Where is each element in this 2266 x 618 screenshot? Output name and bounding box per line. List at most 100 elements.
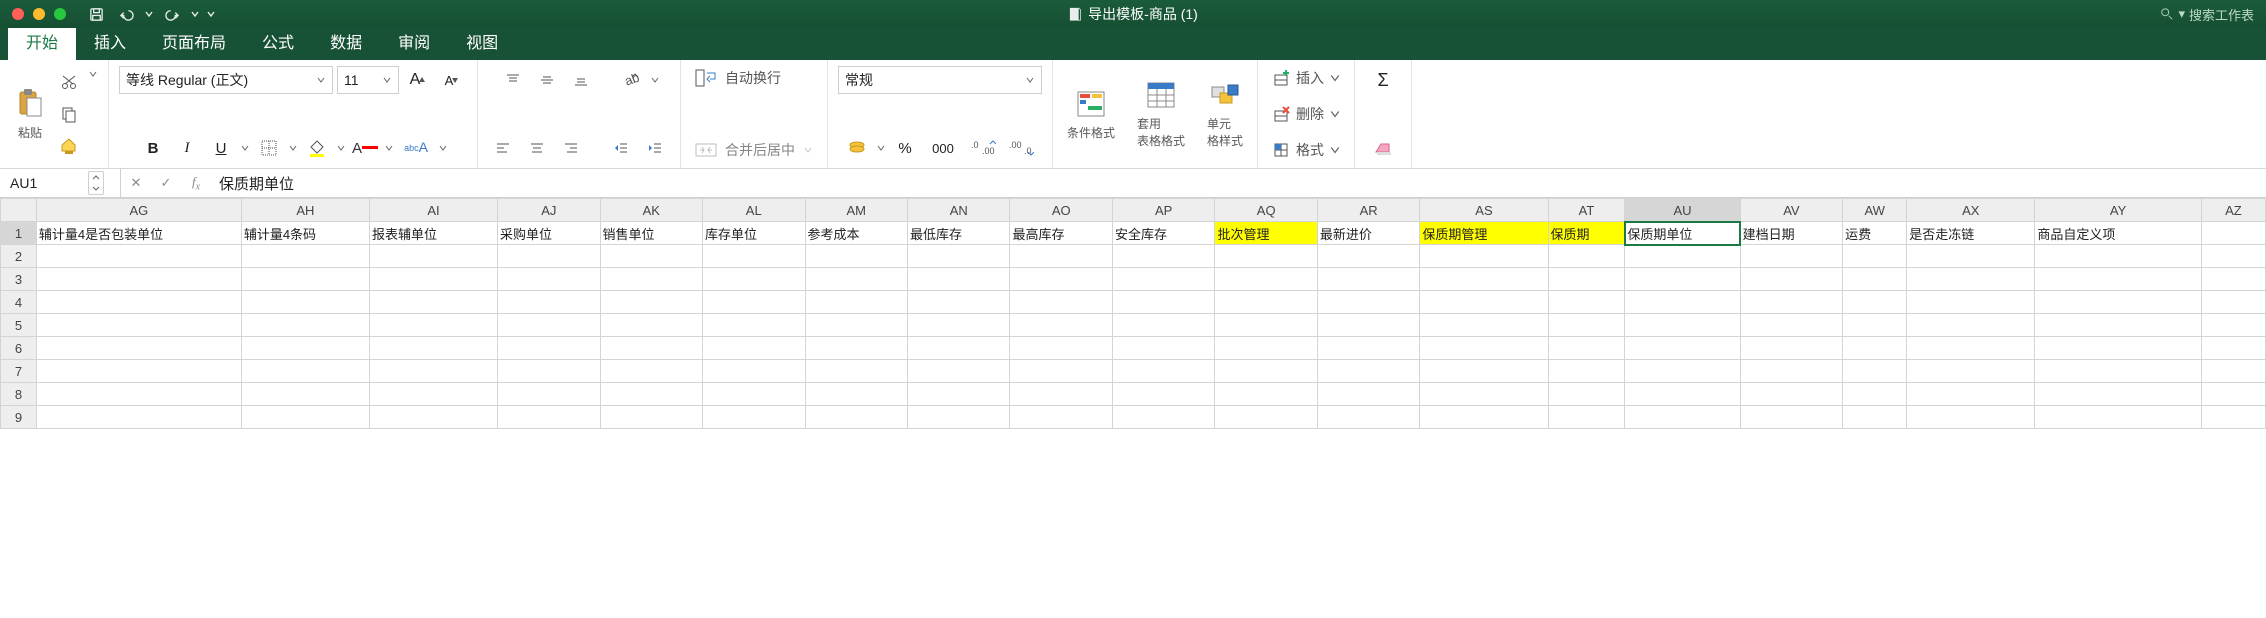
- cell[interactable]: [498, 268, 600, 291]
- fx-button[interactable]: fx: [181, 169, 211, 197]
- cell[interactable]: [1907, 314, 2035, 337]
- cell[interactable]: [2035, 291, 2202, 314]
- column-header[interactable]: AJ: [498, 199, 600, 222]
- cell[interactable]: [600, 383, 702, 406]
- align-left-button[interactable]: [488, 134, 518, 162]
- cell[interactable]: [1317, 291, 1419, 314]
- cell[interactable]: [369, 245, 497, 268]
- cell[interactable]: [1843, 291, 1907, 314]
- column-header[interactable]: AP: [1112, 199, 1214, 222]
- decrease-decimal-button[interactable]: .00.0: [1004, 134, 1038, 162]
- redo-button[interactable]: [160, 2, 184, 26]
- cell[interactable]: [703, 360, 805, 383]
- column-header[interactable]: AR: [1317, 199, 1419, 222]
- orientation-dropdown[interactable]: [650, 76, 660, 84]
- cell[interactable]: [2035, 406, 2202, 429]
- cell[interactable]: [1010, 383, 1112, 406]
- cell[interactable]: [1010, 314, 1112, 337]
- cell[interactable]: [498, 291, 600, 314]
- cell[interactable]: [703, 268, 805, 291]
- cell[interactable]: [1548, 406, 1625, 429]
- cell[interactable]: [907, 245, 1009, 268]
- cell[interactable]: [36, 360, 241, 383]
- cell[interactable]: [1843, 268, 1907, 291]
- cell[interactable]: 销售单位: [600, 222, 702, 245]
- cell[interactable]: [498, 383, 600, 406]
- column-header[interactable]: AS: [1420, 199, 1548, 222]
- insert-cells-button[interactable]: 插入: [1268, 66, 1344, 90]
- cell[interactable]: 最新进价: [1317, 222, 1419, 245]
- align-right-button[interactable]: [556, 134, 586, 162]
- save-button[interactable]: [84, 2, 108, 26]
- column-header[interactable]: AM: [805, 199, 907, 222]
- cell[interactable]: 保质期单位: [1625, 222, 1740, 245]
- copy-button[interactable]: [54, 100, 84, 128]
- column-header[interactable]: AI: [369, 199, 497, 222]
- cell[interactable]: [1907, 383, 2035, 406]
- cell[interactable]: [2035, 360, 2202, 383]
- phonetic-dropdown[interactable]: [438, 144, 448, 152]
- cell[interactable]: [1907, 245, 2035, 268]
- spreadsheet-grid[interactable]: AGAHAIAJAKALAMANAOAPAQARASATAUAVAWAXAYAZ…: [0, 198, 2266, 429]
- cell[interactable]: [1420, 268, 1548, 291]
- cell[interactable]: 批次管理: [1215, 222, 1317, 245]
- cell[interactable]: [1420, 291, 1548, 314]
- cell[interactable]: [1420, 337, 1548, 360]
- column-header[interactable]: AK: [600, 199, 702, 222]
- shrink-font-button[interactable]: A: [437, 66, 467, 94]
- cell[interactable]: [1420, 360, 1548, 383]
- cell[interactable]: [600, 314, 702, 337]
- cell[interactable]: [1740, 383, 1842, 406]
- cell[interactable]: 最低库存: [907, 222, 1009, 245]
- cell[interactable]: 采购单位: [498, 222, 600, 245]
- clear-button[interactable]: [1365, 134, 1401, 162]
- cell[interactable]: [2201, 314, 2265, 337]
- zoom-window-button[interactable]: [54, 8, 66, 20]
- cell[interactable]: [805, 360, 907, 383]
- formula-input[interactable]: 保质期单位: [211, 173, 294, 194]
- cell[interactable]: 商品自定义项: [2035, 222, 2202, 245]
- cell[interactable]: [1215, 337, 1317, 360]
- row-header[interactable]: 8: [1, 383, 37, 406]
- cell[interactable]: [36, 383, 241, 406]
- cell[interactable]: [36, 406, 241, 429]
- cell[interactable]: 辅计量4是否包装单位: [36, 222, 241, 245]
- cell[interactable]: [907, 314, 1009, 337]
- cell[interactable]: [369, 406, 497, 429]
- cell[interactable]: [369, 360, 497, 383]
- cell[interactable]: [703, 314, 805, 337]
- cell[interactable]: [703, 383, 805, 406]
- column-header[interactable]: AZ: [2201, 199, 2265, 222]
- cell[interactable]: [1625, 406, 1740, 429]
- cell[interactable]: [1625, 314, 1740, 337]
- cell[interactable]: [1010, 245, 1112, 268]
- cell[interactable]: [1112, 268, 1214, 291]
- increase-indent-button[interactable]: [640, 134, 670, 162]
- row-header[interactable]: 3: [1, 268, 37, 291]
- cell[interactable]: 库存单位: [703, 222, 805, 245]
- align-middle-button[interactable]: [532, 66, 562, 94]
- cell[interactable]: [1317, 245, 1419, 268]
- cell[interactable]: 参考成本: [805, 222, 907, 245]
- cell[interactable]: [1215, 383, 1317, 406]
- font-color-dropdown[interactable]: [384, 144, 394, 152]
- cell[interactable]: [1010, 337, 1112, 360]
- cell[interactable]: [369, 383, 497, 406]
- cell[interactable]: [241, 383, 369, 406]
- conditional-formatting-button[interactable]: 条件格式: [1063, 86, 1119, 143]
- cell[interactable]: [1215, 360, 1317, 383]
- format-cells-button[interactable]: 格式: [1268, 138, 1344, 162]
- qat-customize[interactable]: [206, 2, 216, 26]
- currency-dropdown[interactable]: [876, 144, 886, 152]
- cell[interactable]: [600, 268, 702, 291]
- cell[interactable]: [241, 360, 369, 383]
- undo-button[interactable]: [114, 2, 138, 26]
- cell[interactable]: [1112, 383, 1214, 406]
- cell[interactable]: [1740, 337, 1842, 360]
- column-header[interactable]: AT: [1548, 199, 1625, 222]
- cell[interactable]: 最高库存: [1010, 222, 1112, 245]
- cell[interactable]: [1740, 406, 1842, 429]
- cell[interactable]: [805, 268, 907, 291]
- cell[interactable]: [907, 383, 1009, 406]
- cell[interactable]: [2201, 291, 2265, 314]
